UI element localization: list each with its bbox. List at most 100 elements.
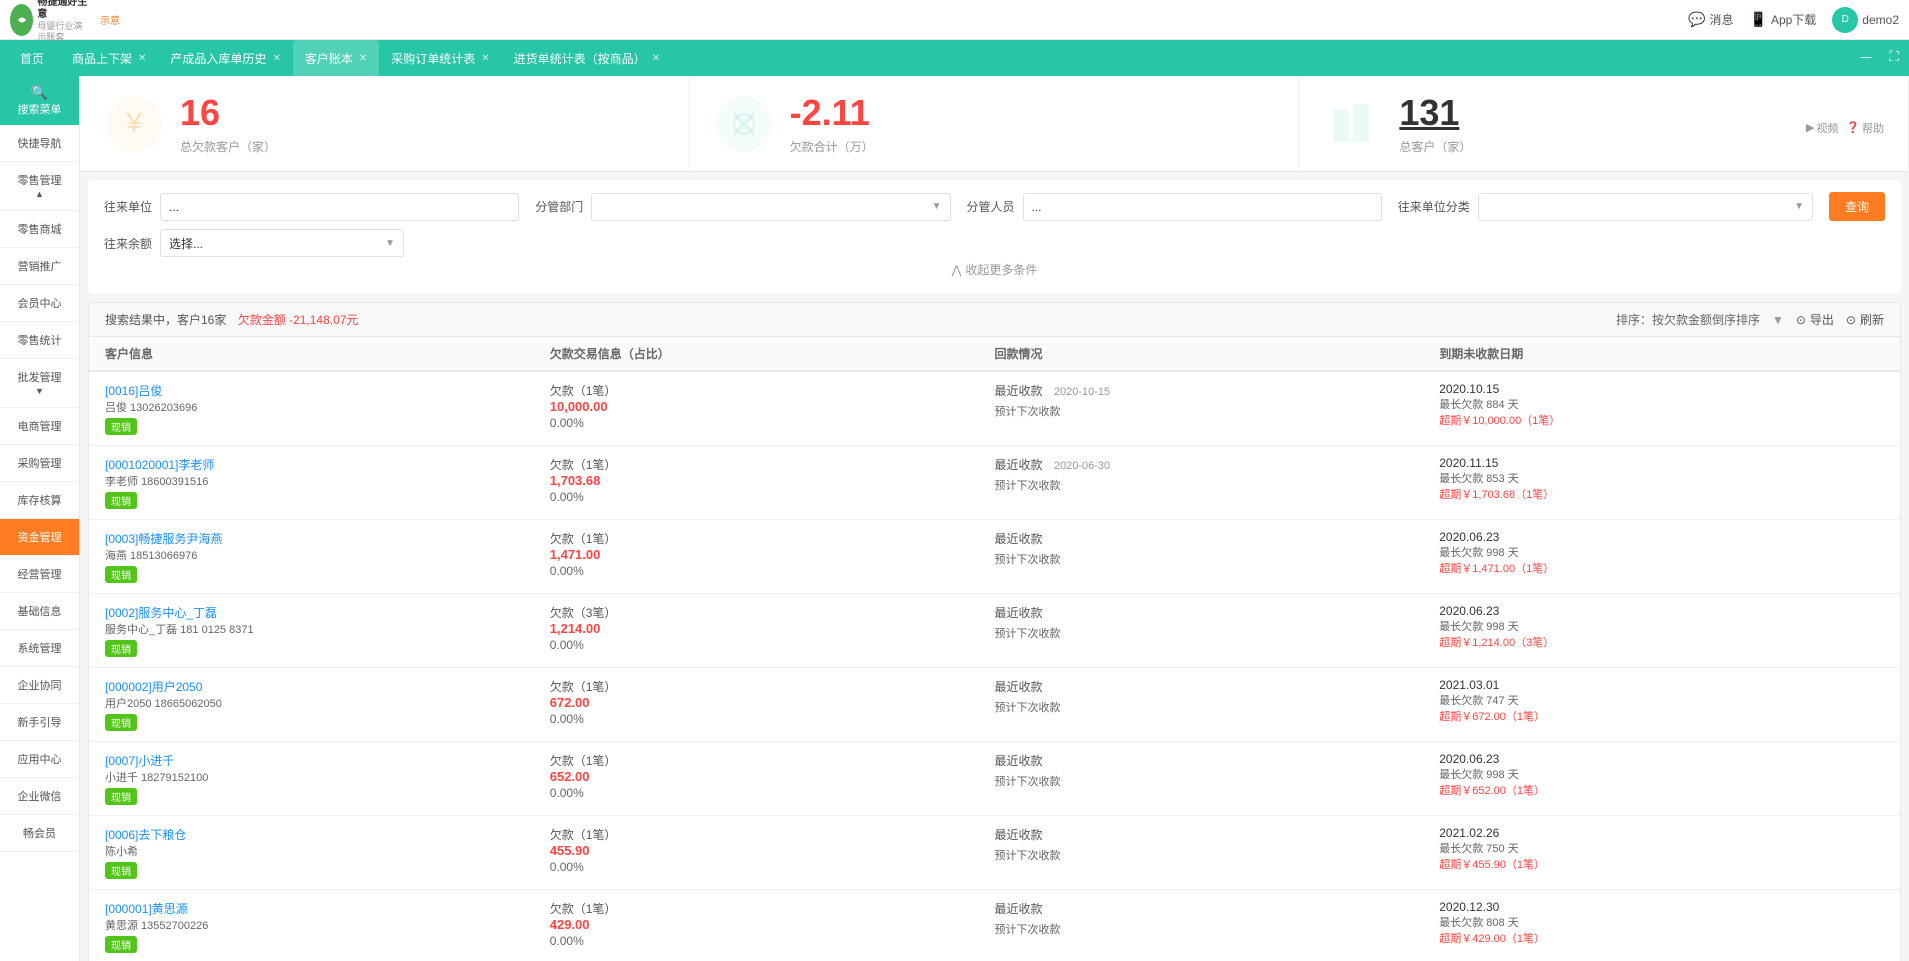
overdue-date-7: 2020.12.30	[1439, 900, 1884, 914]
balance-input[interactable]: 选择... ▼	[160, 229, 404, 257]
export-btn[interactable]: ⊙ 导出	[1796, 311, 1834, 328]
overdue-cell-3: 2020.06.23 最长欠款 998 天 超期￥1,214.00（3笔）	[1439, 604, 1884, 650]
sidebar-item-vip[interactable]: 畅会员	[0, 815, 79, 852]
results-bar: 搜索结果中，客户16家 欠款金额 -21,148.07元 排序：按欠款金额倒序排…	[88, 302, 1901, 337]
overdue-amount-2[interactable]: 超期￥1,471.00（1笔）	[1439, 560, 1884, 576]
sidebar-search[interactable]: 🔍 搜索菜单	[0, 76, 79, 125]
sidebar-item-finance[interactable]: 资金管理	[0, 519, 79, 556]
sidebar-item-enterprise-collab[interactable]: 企业协同	[0, 667, 79, 704]
overdue-amount-4[interactable]: 超期￥672.00（1笔）	[1439, 708, 1884, 724]
ecommerce-label: 电商管理	[4, 418, 75, 434]
sidebar-item-members[interactable]: 会员中心	[0, 285, 79, 322]
unit-category-input[interactable]: ▼	[1478, 193, 1813, 221]
user-area[interactable]: D demo2	[1832, 7, 1899, 33]
sidebar-item-newbie[interactable]: 新手引导	[0, 704, 79, 741]
filter-balance: 往来余额 选择... ▼	[104, 229, 404, 257]
logo-icon	[10, 4, 33, 36]
debt-ratio-2: 0.00%	[550, 564, 995, 578]
retail-mgmt-label: 零售管理	[4, 172, 75, 188]
customer-name-4[interactable]: [000002]用户2050	[105, 678, 550, 695]
payment-cell-3: 最近收款 预计下次收款	[995, 604, 1440, 641]
sort-label: 排序：按欠款金额倒序排序	[1616, 311, 1760, 328]
sidebar-item-marketing[interactable]: 营销推广	[0, 248, 79, 285]
sidebar-item-inventory[interactable]: 库存核算	[0, 482, 79, 519]
debt-amount-1: 1,703.68	[550, 473, 995, 488]
customer-tag-2: 现销	[105, 566, 137, 583]
refresh-btn[interactable]: ⊙ 刷新	[1846, 311, 1884, 328]
nav-maximize-btn[interactable]: ⛶	[1883, 48, 1905, 68]
customer-name-5[interactable]: [0007]小进千	[105, 752, 550, 769]
nav-minimize-btn[interactable]: －	[1853, 48, 1879, 68]
tab-purchase-stats[interactable]: 采购订单统计表 ✕	[379, 40, 501, 76]
dept-label: 分管部门	[535, 198, 583, 215]
overdue-amount-6[interactable]: 超期￥455.90（1笔）	[1439, 856, 1884, 872]
overdue-amount-7[interactable]: 超期￥429.00（1笔）	[1439, 930, 1884, 946]
sidebar-item-basic-info[interactable]: 基础信息	[0, 593, 79, 630]
app-download-btn[interactable]: 📱 App下载	[1750, 11, 1817, 28]
last-payment-label-4: 最近收款	[995, 680, 1043, 694]
from-unit-input[interactable]: ...	[160, 193, 519, 221]
tab-goods-listing-close[interactable]: ✕	[138, 53, 146, 64]
overdue-amount-0[interactable]: 超期￥10,000.00（1笔）	[1439, 412, 1884, 428]
collapse-filter-btn[interactable]: ⋀ 收起更多条件	[104, 257, 1885, 282]
sidebar-item-retail-stats[interactable]: 零售统计	[0, 322, 79, 359]
tab-goods-stats[interactable]: 进货单统计表（按商品） ✕	[502, 40, 672, 76]
debt-amount-label: 欠款合计（万）	[790, 138, 874, 155]
tab-goods-listing[interactable]: 商品上下架 ✕	[60, 40, 158, 76]
last-payment-label-2: 最近收款	[995, 532, 1043, 546]
overdue-amount-5[interactable]: 超期￥652.00（1笔）	[1439, 782, 1884, 798]
sidebar-item-retail-mgmt[interactable]: 零售管理 ▲	[0, 162, 79, 211]
tab-products-history[interactable]: 产成品入库单历史 ✕	[158, 40, 292, 76]
sidebar-item-quick-nav[interactable]: 快捷导航	[0, 125, 79, 162]
tab-home[interactable]: 首页	[4, 40, 60, 76]
debt-ratio-3: 0.00%	[550, 638, 995, 652]
tab-customer-ledger-close[interactable]: ✕	[359, 53, 367, 64]
customer-name-2[interactable]: [0003]畅捷服务尹海燕	[105, 530, 550, 547]
sidebar-item-ecommerce[interactable]: 电商管理	[0, 408, 79, 445]
table-row: [0016]吕俊 吕俊 13026203696 现销 欠款（1笔） 10,000…	[89, 372, 1900, 446]
customer-name-6[interactable]: [0006]去下粮仓	[105, 826, 550, 843]
customer-phone-6: 陈小希	[105, 843, 550, 859]
overdue-amount-1[interactable]: 超期￥1,703.68（1笔）	[1439, 486, 1884, 502]
tab-purchase-stats-close[interactable]: ✕	[481, 53, 489, 64]
sidebar-item-app-center[interactable]: 应用中心	[0, 741, 79, 778]
sidebar-item-purchase-mgmt[interactable]: 采购管理	[0, 445, 79, 482]
sidebar-item-system[interactable]: 系统管理	[0, 630, 79, 667]
person-input[interactable]: ...	[1023, 193, 1382, 221]
debt-cell-3: 欠款（3笔） 1,214.00 0.00%	[550, 604, 995, 652]
overdue-date-3: 2020.06.23	[1439, 604, 1884, 618]
next-payment-2: 预计下次收款	[995, 551, 1440, 567]
help-btn[interactable]: ❓ 帮助	[1846, 120, 1884, 136]
sidebar-item-wholesale-mgmt[interactable]: 批发管理 ▼	[0, 359, 79, 408]
view-btn[interactable]: ▶ 视频	[1806, 120, 1838, 136]
customer-name-3[interactable]: [0002]服务中心_丁磊	[105, 604, 550, 621]
tab-goods-stats-close[interactable]: ✕	[652, 53, 660, 64]
customer-cell-3: [0002]服务中心_丁磊 服务中心_丁磊 181 0125 8371 现销	[105, 604, 550, 657]
overdue-amount-3[interactable]: 超期￥1,214.00（3笔）	[1439, 634, 1884, 650]
debt-cell-2: 欠款（1笔） 1,471.00 0.00%	[550, 530, 995, 578]
col-payment-status: 回款情况	[995, 345, 1440, 362]
person-dots: ...	[1032, 200, 1042, 214]
marketing-label: 营销推广	[4, 258, 75, 274]
tab-products-history-close[interactable]: ✕	[272, 53, 280, 64]
sidebar-item-wecom[interactable]: 企业微信	[0, 778, 79, 815]
message-btn[interactable]: 💬 消息	[1688, 11, 1733, 28]
username-label: demo2	[1862, 13, 1899, 27]
app-title: 畅捷通好生意	[37, 0, 90, 21]
filter-unit-category: 往来单位分类 ▼	[1398, 193, 1813, 221]
tab-products-history-label: 产成品入库单历史	[170, 50, 266, 67]
sidebar-item-retail-mall[interactable]: 零售商城	[0, 211, 79, 248]
view-label: 视频	[1816, 120, 1838, 136]
dept-input[interactable]: ▼	[591, 193, 950, 221]
next-payment-7: 预计下次收款	[995, 921, 1440, 937]
data-table: 客户信息 欠款交易信息（占比） 回款情况 到期未收款日期 [0016]吕俊 吕俊…	[88, 337, 1901, 961]
customer-name-0[interactable]: [0016]吕俊	[105, 382, 550, 399]
debt-amount-5: 652.00	[550, 769, 995, 784]
customer-name-1[interactable]: [0001020001]李老师	[105, 456, 550, 473]
sidebar-item-operations[interactable]: 经营管理	[0, 556, 79, 593]
customer-name-7[interactable]: [000001]黄思源	[105, 900, 550, 917]
tab-customer-ledger[interactable]: 客户账本 ✕	[293, 40, 379, 76]
search-button[interactable]: 查询	[1829, 192, 1885, 221]
message-icon: 💬	[1688, 11, 1705, 28]
filter-area: 往来单位 ... 分管部门 ▼ 分管人员 ...	[88, 180, 1901, 294]
